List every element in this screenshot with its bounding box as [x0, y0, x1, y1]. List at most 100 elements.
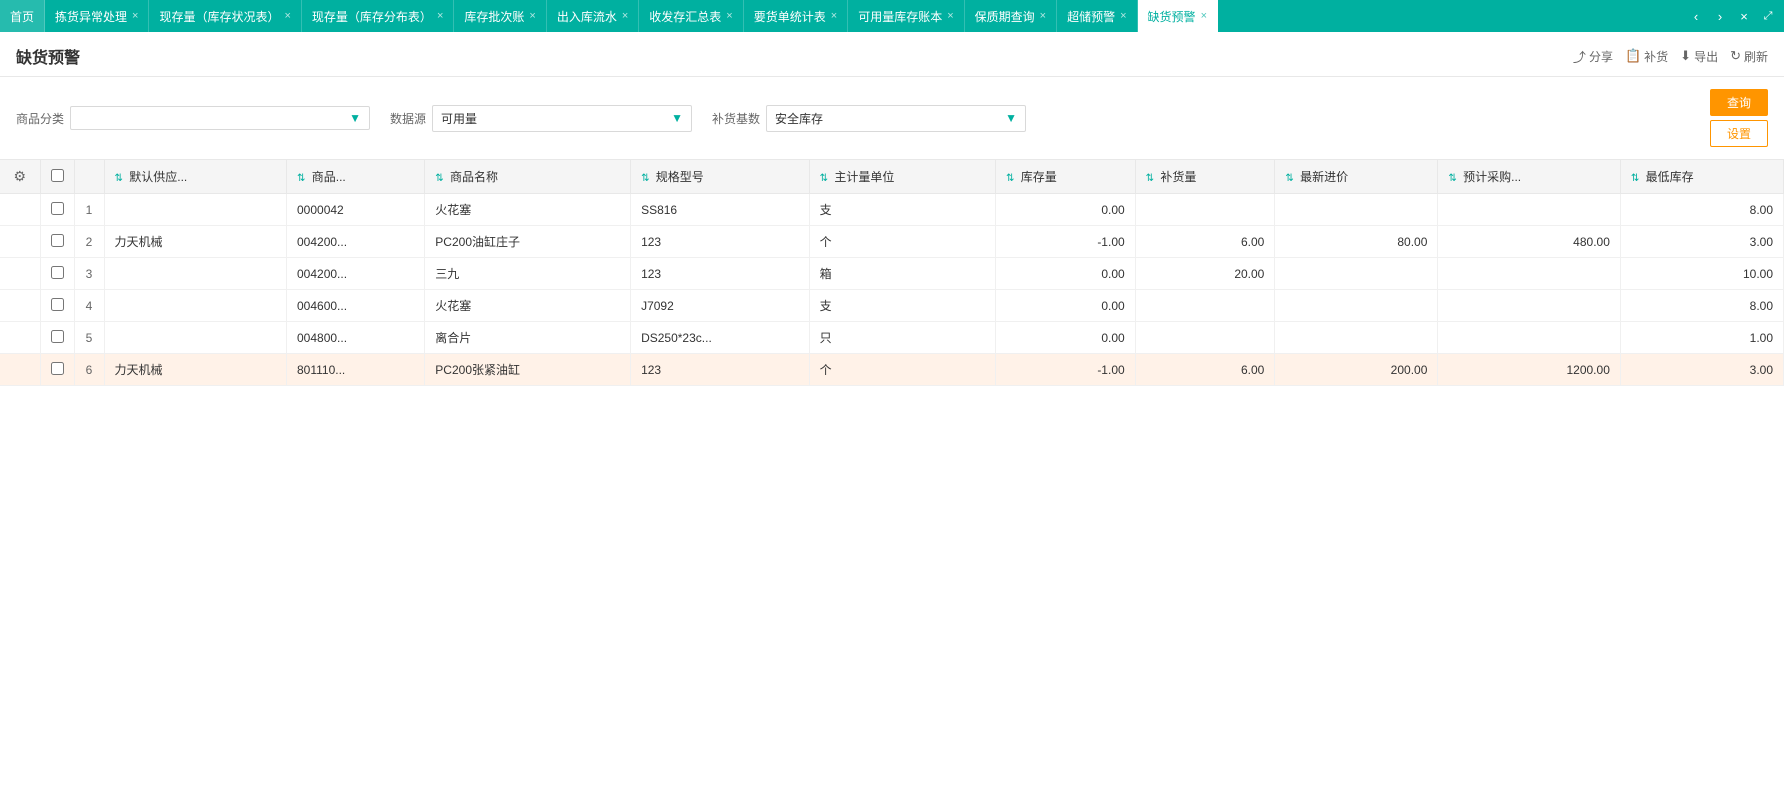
row-min-stock: 8.00 [1620, 290, 1783, 322]
row-unit: 箱 [809, 258, 995, 290]
tab-inout-flow[interactable]: 出入库流水 × [547, 0, 639, 32]
nav-expand-button[interactable]: ⤢ [1756, 4, 1780, 28]
tab-requisition-stats[interactable]: 要货单统计表 × [744, 0, 848, 32]
close-tab-inv-dist[interactable]: × [437, 10, 443, 22]
supplier-column-header[interactable]: ⇅ 默认供应... [104, 160, 287, 194]
row-checkbox-cell[interactable] [40, 226, 74, 258]
close-tab-picking[interactable]: × [132, 10, 138, 22]
datasource-select[interactable]: 可用量 ▼ [432, 105, 692, 132]
tab-inventory-dist[interactable]: 现存量（库存分布表） × [302, 0, 454, 32]
replenish-select[interactable]: 安全库存 ▼ [766, 105, 1026, 132]
nav-close-button[interactable]: × [1732, 4, 1756, 28]
close-tab-shortage[interactable]: × [1201, 10, 1207, 22]
row-index: 3 [74, 258, 104, 290]
product-name-column-header[interactable]: ⇅ 商品名称 [425, 160, 631, 194]
latest-price-column-header[interactable]: ⇅ 最新进价 [1275, 160, 1438, 194]
tab-expiry-query[interactable]: 保质期查询 × [965, 0, 1057, 32]
row-min-stock: 3.00 [1620, 226, 1783, 258]
filter-actions: 查询 设置 [1710, 89, 1768, 147]
row-stock-qty: 0.00 [996, 322, 1136, 354]
row-checkbox-cell[interactable] [40, 258, 74, 290]
close-tab-inv-status[interactable]: × [284, 10, 290, 22]
replenish-qty-column-header[interactable]: ⇅ 补货量 [1135, 160, 1275, 194]
tab-shortage-warning[interactable]: 缺货预警 × [1138, 0, 1218, 32]
row-product-name: 火花塞 [425, 290, 631, 322]
nav-next-button[interactable]: › [1708, 4, 1732, 28]
row-index: 6 [74, 354, 104, 386]
unit-column-header[interactable]: ⇅ 主计量单位 [809, 160, 995, 194]
stock-qty-column-header[interactable]: ⇅ 库存量 [996, 160, 1136, 194]
tab-available-ledger[interactable]: 可用量库存账本 × [848, 0, 964, 32]
product-code-column-label: 商品... [312, 170, 346, 184]
row-settings-cell [0, 258, 40, 290]
category-select[interactable]: ▼ [70, 106, 370, 130]
index-column-header [74, 160, 104, 194]
product-code-column-header[interactable]: ⇅ 商品... [287, 160, 425, 194]
tab-picking-exception[interactable]: 拣货异常处理 × [45, 0, 149, 32]
row-checkbox-cell[interactable] [40, 354, 74, 386]
gear-icon[interactable]: ⚙ [13, 168, 26, 184]
nav-prev-button[interactable]: ‹ [1684, 4, 1708, 28]
row-checkbox-cell[interactable] [40, 194, 74, 226]
datasource-select-value: 可用量 [441, 110, 477, 127]
row-supplier [104, 322, 287, 354]
row-product-code: 004800... [287, 322, 425, 354]
row-checkbox[interactable] [51, 298, 64, 311]
tab-inventory-status[interactable]: 现存量（库存状况表） × [149, 0, 301, 32]
close-tab-overstock[interactable]: × [1120, 10, 1126, 22]
close-tab-batch[interactable]: × [529, 10, 535, 22]
close-tab-req[interactable]: × [831, 10, 837, 22]
row-product-code: 801110... [287, 354, 425, 386]
row-replenish-qty [1135, 290, 1275, 322]
share-button[interactable]: ⤴ 分享 [1573, 47, 1613, 66]
tab-home[interactable]: 首页 [0, 0, 45, 32]
row-replenish-qty: 6.00 [1135, 226, 1275, 258]
row-product-code: 0000042 [287, 194, 425, 226]
query-button[interactable]: 查询 [1710, 89, 1768, 116]
min-stock-column-label: 最低库存 [1646, 170, 1694, 184]
row-spec: 123 [631, 226, 810, 258]
row-checkbox[interactable] [51, 330, 64, 343]
estimated-purchase-column-header[interactable]: ⇅ 预计采购... [1438, 160, 1621, 194]
replenish-button[interactable]: 📋 补货 [1625, 48, 1668, 65]
tab-overstock-warning[interactable]: 超储预警 × [1057, 0, 1137, 32]
row-checkbox-cell[interactable] [40, 290, 74, 322]
table-container: ⚙ ⇅ 默认供应... ⇅ 商品... ⇅ [0, 160, 1784, 386]
row-checkbox[interactable] [51, 202, 64, 215]
row-stock-qty: -1.00 [996, 226, 1136, 258]
select-all-checkbox[interactable] [51, 169, 64, 182]
row-checkbox[interactable] [51, 234, 64, 247]
row-settings-cell [0, 290, 40, 322]
unit-sort-icon: ⇅ [820, 173, 828, 184]
est-purchase-sort-icon: ⇅ [1448, 173, 1456, 184]
row-latest-price: 80.00 [1275, 226, 1438, 258]
row-spec: 123 [631, 354, 810, 386]
row-min-stock: 3.00 [1620, 354, 1783, 386]
export-button[interactable]: ⬇ 导出 [1680, 48, 1718, 65]
table-row: 6 力天机械 801110... PC200张紧油缸 123 个 -1.00 6… [0, 354, 1784, 386]
refresh-button[interactable]: ↻ 刷新 [1730, 48, 1768, 65]
close-tab-avail[interactable]: × [947, 10, 953, 22]
close-tab-receipt[interactable]: × [726, 10, 732, 22]
replenish-filter-group: 补货基数 安全库存 ▼ [712, 105, 1026, 132]
row-checkbox-cell[interactable] [40, 322, 74, 354]
stock-qty-column-label: 库存量 [1021, 170, 1057, 184]
setting-button[interactable]: 设置 [1710, 120, 1768, 147]
select-all-header[interactable] [40, 160, 74, 194]
tab-batch-account[interactable]: 库存批次账 × [454, 0, 546, 32]
spec-column-header[interactable]: ⇅ 规格型号 [631, 160, 810, 194]
tab-receipt-summary[interactable]: 收发存汇总表 × [639, 0, 743, 32]
category-filter-group: 商品分类 ▼ [16, 106, 370, 130]
row-checkbox[interactable] [51, 266, 64, 279]
row-supplier: 力天机械 [104, 354, 287, 386]
row-stock-qty: 0.00 [996, 194, 1136, 226]
close-tab-expiry[interactable]: × [1040, 10, 1046, 22]
table-row: 1 0000042 火花塞 SS816 支 0.00 8.00 [0, 194, 1784, 226]
close-tab-flow[interactable]: × [622, 10, 628, 22]
settings-column-header[interactable]: ⚙ [0, 160, 40, 194]
row-checkbox[interactable] [51, 362, 64, 375]
min-stock-column-header[interactable]: ⇅ 最低库存 [1620, 160, 1783, 194]
header-actions: ⤴ 分享 📋 补货 ⬇ 导出 ↻ 刷新 [1573, 47, 1768, 66]
row-estimated-purchase [1438, 290, 1621, 322]
row-supplier [104, 290, 287, 322]
